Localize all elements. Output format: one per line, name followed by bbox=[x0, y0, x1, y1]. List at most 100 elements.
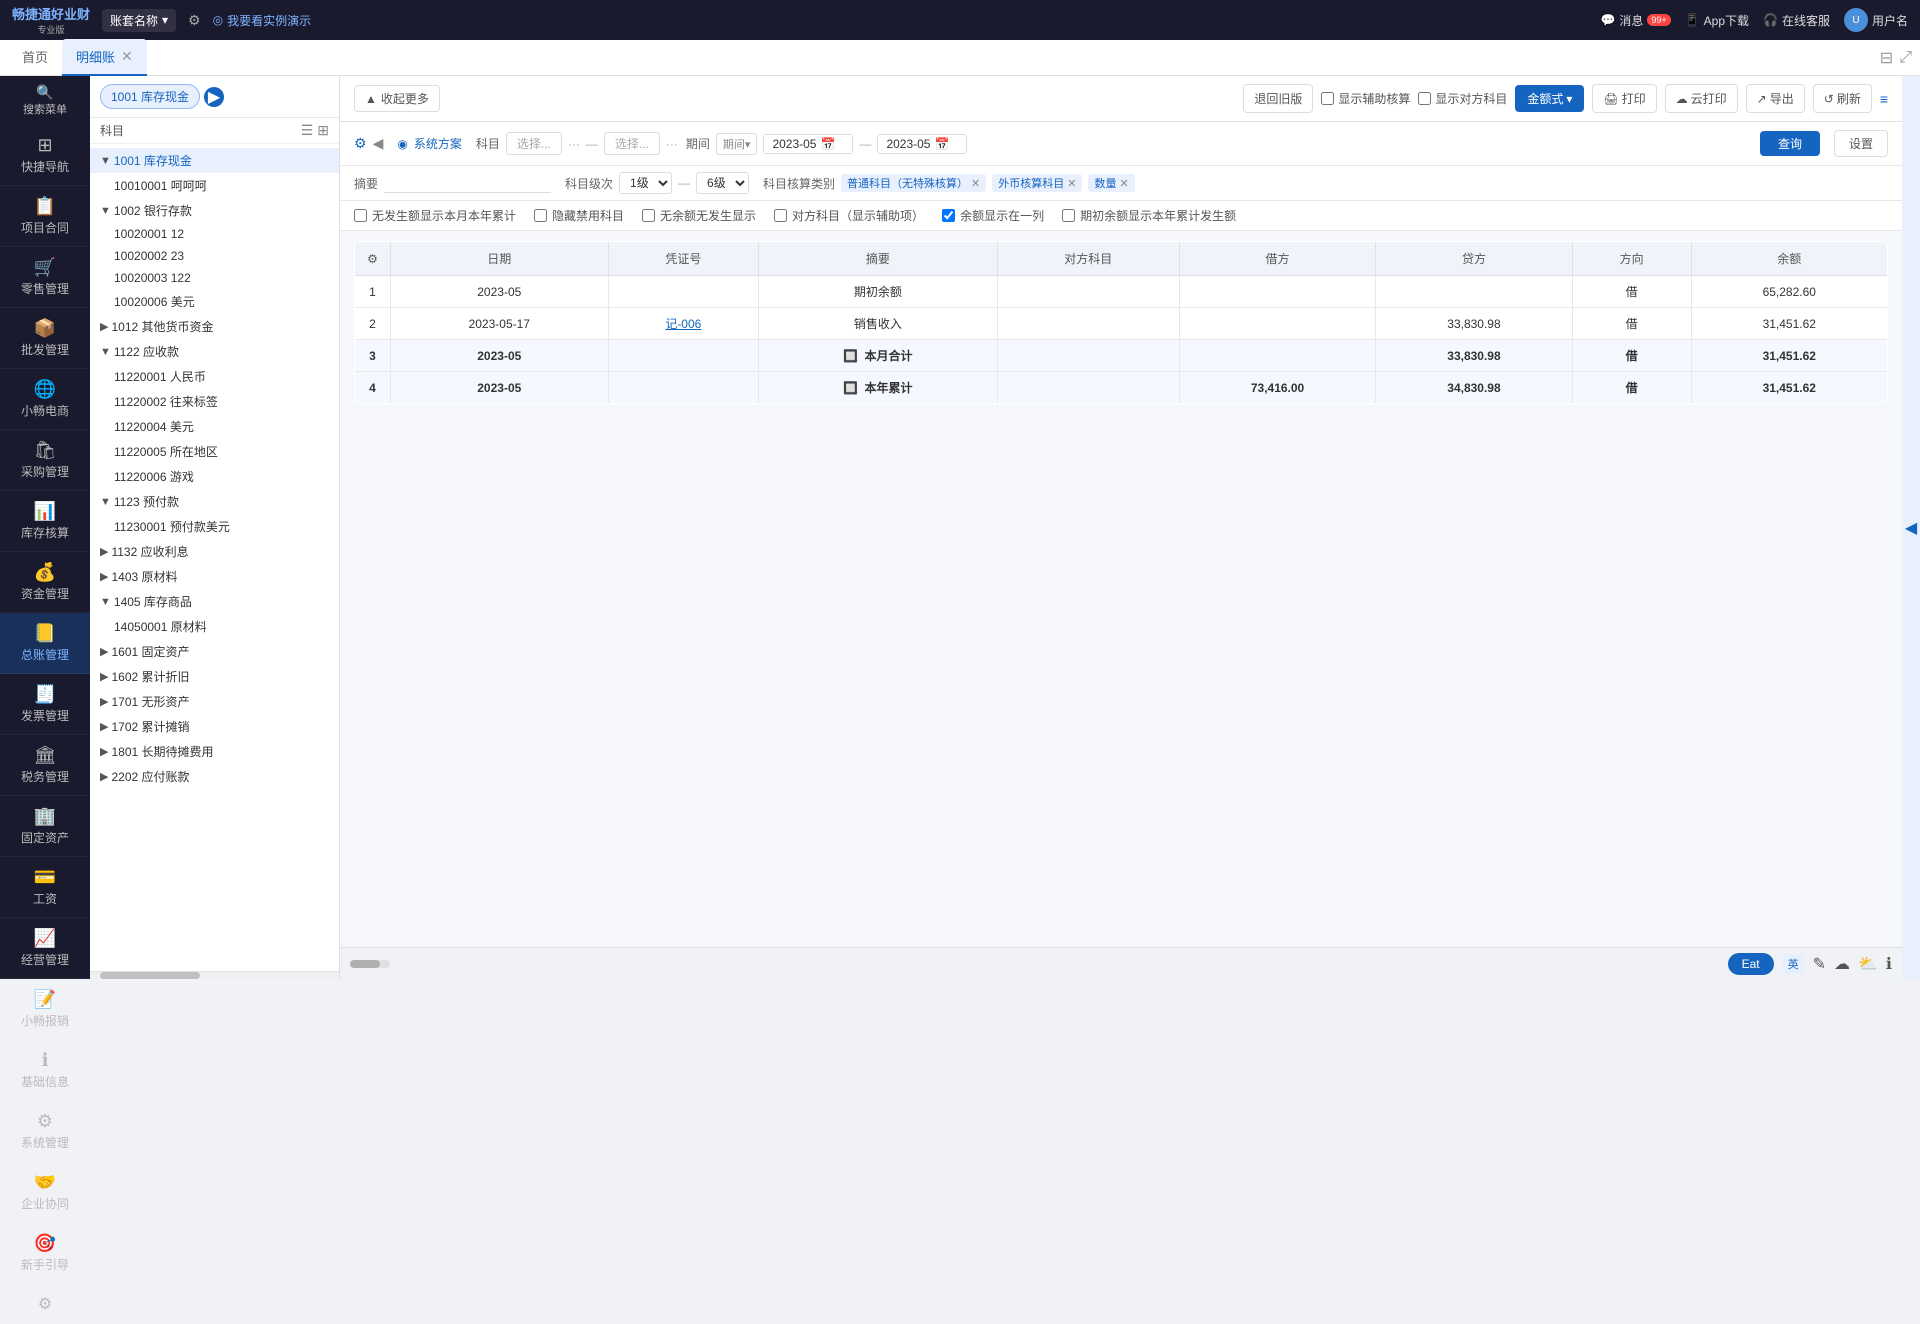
print-button[interactable]: 🖨 打印 bbox=[1592, 84, 1656, 113]
tree-node-10020002[interactable]: 10020002 23 bbox=[90, 245, 339, 267]
option-no-balance-show-input[interactable] bbox=[642, 209, 655, 222]
tree-node-11220002[interactable]: 11220002 往来标签 bbox=[90, 389, 339, 414]
tree-node-1123[interactable]: ▼ 1123 预付款 bbox=[90, 489, 339, 514]
sidebar-item-inventory[interactable]: 📊 库存核算 bbox=[0, 491, 90, 552]
sidebar-item-nav[interactable]: ⊞ 快捷导航 bbox=[0, 125, 90, 186]
system-scheme-label[interactable]: 系统方案 bbox=[414, 135, 462, 152]
tab-ledger[interactable]: 明细账 ✕ bbox=[62, 39, 147, 76]
pen-icon[interactable]: ✎ bbox=[1813, 954, 1826, 974]
demo-button[interactable]: ◎ 我要看实例演示 bbox=[213, 12, 312, 29]
tree-scrollbar[interactable] bbox=[90, 971, 339, 979]
period-type-selector[interactable]: 期间▾ bbox=[716, 133, 758, 155]
amount-type-button[interactable]: 金额式 ▾ bbox=[1515, 85, 1584, 112]
sidebar-item-ledger[interactable]: 📒 总账管理 bbox=[0, 613, 90, 674]
query-settings-icon[interactable]: ⚙ bbox=[354, 135, 367, 152]
tree-node-1001[interactable]: ▼ 1001 库存现金 bbox=[90, 148, 339, 173]
tab-home[interactable]: 首页 bbox=[8, 39, 62, 76]
tree-expand-icon[interactable]: ⊞ bbox=[317, 122, 329, 139]
account-nav-arrow[interactable]: ▶ bbox=[204, 87, 224, 107]
tree-node-10010001[interactable]: 10010001 呵呵呵 bbox=[90, 173, 339, 198]
sidebar-item-fund[interactable]: 💰 资金管理 bbox=[0, 552, 90, 613]
option-balance-one-column-input[interactable] bbox=[942, 209, 955, 222]
tree-node-10020003[interactable]: 10020003 122 bbox=[90, 267, 339, 289]
tab-close-icon[interactable]: ✕ bbox=[121, 48, 133, 65]
tree-list-icon[interactable]: ☰ bbox=[301, 122, 314, 139]
sidebar-item-project[interactable]: 📋 项目合同 bbox=[0, 186, 90, 247]
message-item[interactable]: 💬 消息 99+ bbox=[1600, 12, 1670, 29]
tree-node-1002[interactable]: ▼ 1002 银行存款 bbox=[90, 198, 339, 223]
account-selector[interactable]: 账套名称 ▾ bbox=[102, 9, 176, 32]
sidebar-item-invoice[interactable]: 🧾 发票管理 bbox=[0, 674, 90, 735]
tag-foreign-close[interactable]: ✕ bbox=[1067, 177, 1076, 190]
info-icon[interactable]: ℹ bbox=[1886, 954, 1892, 974]
tree-node-1702[interactable]: ▶ 1702 累计摊销 bbox=[90, 714, 339, 739]
option-no-balance-input[interactable] bbox=[354, 209, 367, 222]
app-download-item[interactable]: 📱 App下载 bbox=[1685, 12, 1749, 29]
tree-node-1801[interactable]: ▶ 1801 长期待摊费用 bbox=[90, 739, 339, 764]
table-gear-icon[interactable]: ⚙ bbox=[367, 252, 378, 266]
level-end-select[interactable]: 6级5级4级 bbox=[696, 172, 749, 194]
level-start-select[interactable]: 1级2级3级 bbox=[619, 172, 672, 194]
tree-node-11220006[interactable]: 11220006 游戏 bbox=[90, 464, 339, 489]
sidebar-item-assets[interactable]: 🏢 固定资产 bbox=[0, 796, 90, 857]
right-sidebar-panel[interactable]: ◀ bbox=[1902, 76, 1920, 979]
tree-node-10020001[interactable]: 10020001 12 bbox=[90, 223, 339, 245]
show-opposite-input[interactable] bbox=[1418, 92, 1431, 105]
tree-node-10020006[interactable]: 10020006 美元 bbox=[90, 289, 339, 314]
option-show-opposite-input[interactable] bbox=[774, 209, 787, 222]
sidebar-item-guide[interactable]: 🎯 新手引导 bbox=[0, 1223, 90, 1284]
summary-input[interactable] bbox=[384, 174, 551, 193]
return-old-button[interactable]: 退回旧版 bbox=[1243, 84, 1313, 113]
tree-node-1405[interactable]: ▼ 1405 库存商品 bbox=[90, 589, 339, 614]
sidebar-item-tax[interactable]: 🏛 税务管理 bbox=[0, 735, 90, 796]
tree-node-1132[interactable]: ▶ 1132 应收利息 bbox=[90, 539, 339, 564]
tag-normal[interactable]: 普通科目（无特殊核算） ✕ bbox=[841, 174, 986, 192]
tree-node-1602[interactable]: ▶ 1602 累计折旧 bbox=[90, 664, 339, 689]
sidebar-item-purchase[interactable]: 🛍 采购管理 bbox=[0, 430, 90, 491]
sidebar-item-cooperation[interactable]: 🤝 企业协同 bbox=[0, 1162, 90, 1223]
show-auxiliary-input[interactable] bbox=[1321, 92, 1334, 105]
tag-quantity[interactable]: 数量 ✕ bbox=[1088, 174, 1134, 192]
option-period-balance-input[interactable] bbox=[1062, 209, 1075, 222]
sidebar-item-system[interactable]: ⚙ 系统管理 bbox=[0, 1101, 90, 1162]
voucher-link[interactable]: 记-006 bbox=[665, 317, 701, 331]
export-button[interactable]: ↗ 导出 bbox=[1746, 84, 1805, 113]
query-collapse-icon[interactable]: ◀ bbox=[373, 135, 384, 152]
tree-node-1012[interactable]: ▶ 1012 其他货币资金 bbox=[90, 314, 339, 339]
query-button[interactable]: 查询 bbox=[1760, 131, 1820, 156]
horizontal-scrollbar[interactable] bbox=[350, 960, 390, 968]
eat-button[interactable]: Eat bbox=[1728, 953, 1774, 975]
option-hide-disabled-input[interactable] bbox=[534, 209, 547, 222]
tree-node-1122[interactable]: ▼ 1122 应收款 bbox=[90, 339, 339, 364]
sidebar-item-wholesale[interactable]: 📦 批发管理 bbox=[0, 308, 90, 369]
tree-node-11220004[interactable]: 11220004 美元 bbox=[90, 414, 339, 439]
right-expand-icon[interactable]: ≡ bbox=[1880, 91, 1888, 107]
account-select-input[interactable]: 选择... bbox=[506, 132, 562, 155]
refresh-button[interactable]: ↺ 刷新 bbox=[1813, 84, 1872, 113]
tree-node-14050001[interactable]: 14050001 原材料 bbox=[90, 614, 339, 639]
sidebar-item-basic[interactable]: ℹ 基础信息 bbox=[0, 1040, 90, 1101]
sidebar-item-retail[interactable]: 🛒 零售管理 bbox=[0, 247, 90, 308]
tag-normal-close[interactable]: ✕ bbox=[971, 177, 980, 190]
tree-node-11230001[interactable]: 11230001 预付款美元 bbox=[90, 514, 339, 539]
cloud-print-button[interactable]: ☁ 云打印 bbox=[1665, 84, 1738, 113]
setting-button[interactable]: 设置 bbox=[1834, 130, 1888, 157]
account-select-end[interactable]: 选择... bbox=[604, 132, 660, 155]
selected-account[interactable]: 1001 库存现金 bbox=[100, 84, 200, 109]
tree-node-1601[interactable]: ▶ 1601 固定资产 bbox=[90, 639, 339, 664]
gear-icon[interactable]: ⚙ bbox=[184, 12, 205, 29]
tree-node-1403[interactable]: ▶ 1403 原材料 bbox=[90, 564, 339, 589]
date-end[interactable]: 2023-05 📅 bbox=[877, 134, 967, 154]
date-start[interactable]: 2023-05 📅 bbox=[763, 134, 853, 154]
user-item[interactable]: U 用户名 bbox=[1844, 8, 1908, 32]
sidebar-item-management[interactable]: 📈 经营管理 bbox=[0, 918, 90, 979]
lang-tag[interactable]: 英 bbox=[1782, 954, 1805, 974]
expand-more-button[interactable]: ▲ 收起更多 bbox=[354, 85, 440, 112]
tag-foreign[interactable]: 外币核算科目 ✕ bbox=[992, 174, 1082, 192]
cloud-icon[interactable]: ☁ bbox=[1834, 954, 1850, 974]
tree-node-11220001[interactable]: 11220001 人民币 bbox=[90, 364, 339, 389]
sidebar-item-salary[interactable]: 💳 工资 bbox=[0, 857, 90, 918]
sidebar-item-expense[interactable]: 📝 小畅报销 bbox=[0, 979, 90, 1040]
sidebar-item-ecommerce[interactable]: 🌐 小畅电商 bbox=[0, 369, 90, 430]
tree-node-1701[interactable]: ▶ 1701 无形资产 bbox=[90, 689, 339, 714]
